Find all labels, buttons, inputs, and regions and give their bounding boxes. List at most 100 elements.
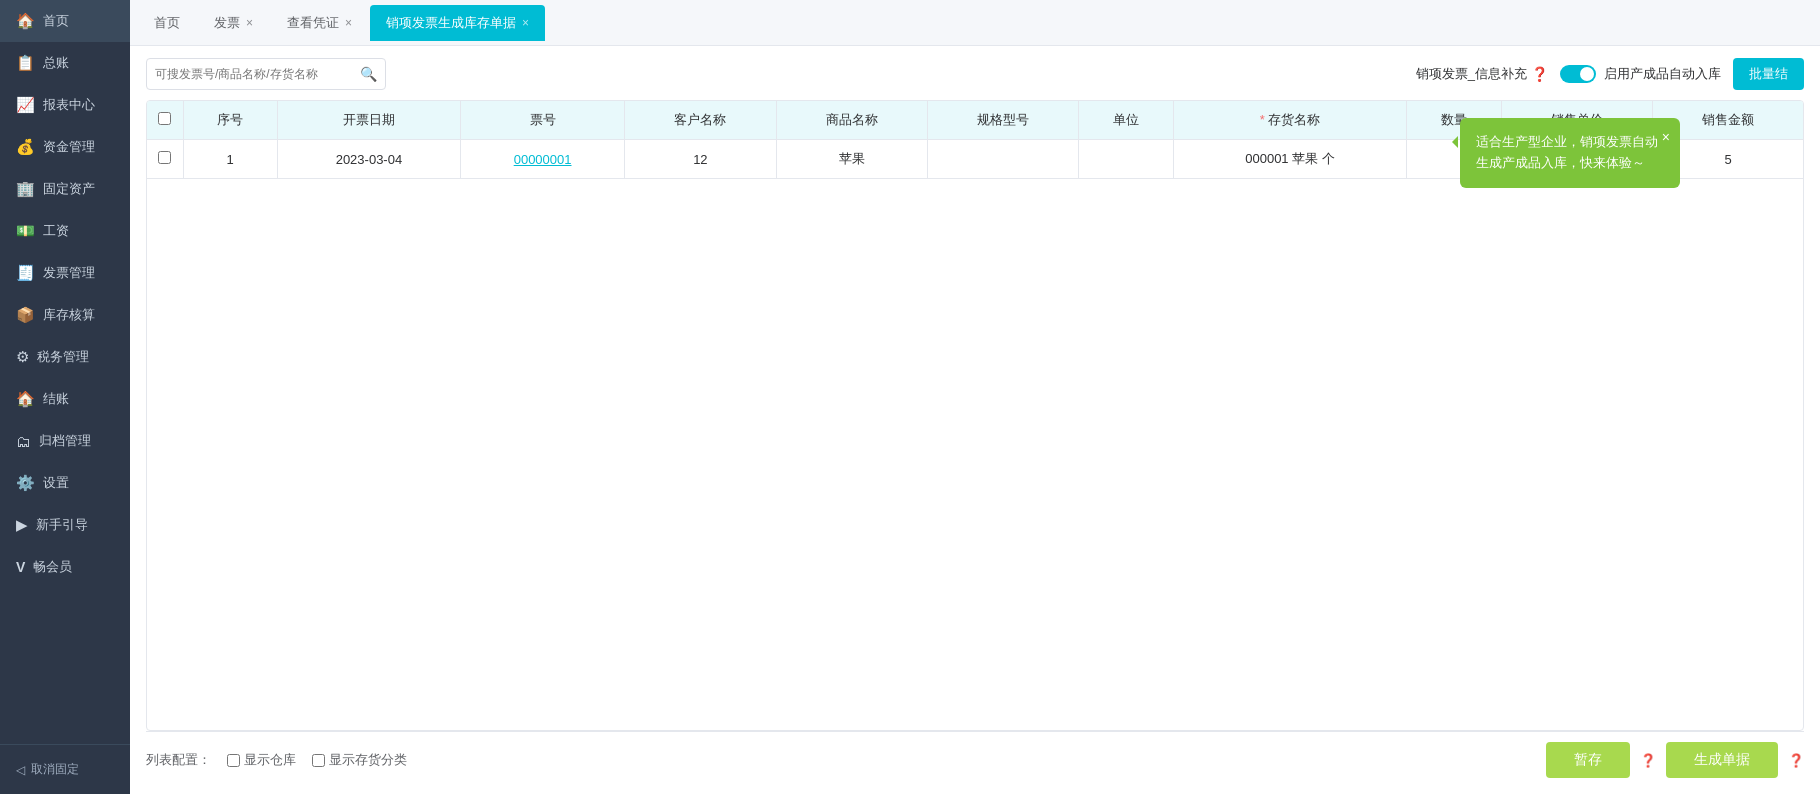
search-icon: 🔍 bbox=[360, 66, 377, 82]
bottom-left: 列表配置： 显示仓库 显示存货分类 bbox=[146, 751, 407, 769]
tab-home[interactable]: 首页 bbox=[138, 5, 196, 41]
select-all-checkbox[interactable] bbox=[158, 112, 171, 125]
unpin-label: 取消固定 bbox=[31, 761, 79, 778]
sidebar-item-ledger[interactable]: 📋 总账 bbox=[0, 42, 130, 84]
tab-bar: 首页 发票 × 查看凭证 × 销项发票生成库存单据 × bbox=[130, 0, 1820, 46]
show-warehouse-text: 显示仓库 bbox=[244, 751, 296, 769]
toolbar-left: 🔍 bbox=[146, 58, 386, 90]
salary-icon: 💵 bbox=[16, 222, 35, 240]
auto-warehouse-toggle[interactable] bbox=[1560, 65, 1596, 83]
unpin-icon: ◁ bbox=[16, 763, 25, 777]
ledger-icon: 📋 bbox=[16, 54, 35, 72]
tax-icon: ⚙ bbox=[16, 348, 29, 366]
home-icon: 🏠 bbox=[16, 12, 35, 30]
sidebar-item-label: 发票管理 bbox=[43, 264, 95, 282]
sidebar-item-fixed-assets[interactable]: 🏢 固定资产 bbox=[0, 168, 130, 210]
sidebar-item-label: 畅会员 bbox=[33, 558, 72, 576]
sidebar-item-checkout[interactable]: 🏠 结账 bbox=[0, 378, 130, 420]
sidebar-item-report[interactable]: 📈 报表中心 bbox=[0, 84, 130, 126]
tab-invoice-close[interactable]: × bbox=[246, 16, 253, 30]
invoice-icon: 🧾 bbox=[16, 264, 35, 282]
tab-voucher-close[interactable]: × bbox=[345, 16, 352, 30]
report-icon: 📈 bbox=[16, 96, 35, 114]
sidebar-item-label: 结账 bbox=[43, 390, 69, 408]
checkout-icon: 🏠 bbox=[16, 390, 35, 408]
tooltip-close-button[interactable]: × bbox=[1662, 126, 1670, 148]
fund-icon: 💰 bbox=[16, 138, 35, 156]
search-input[interactable] bbox=[155, 67, 354, 81]
show-inventory-category-checkbox[interactable] bbox=[312, 754, 325, 767]
config-label: 列表配置： bbox=[146, 751, 211, 769]
col-date: 开票日期 bbox=[277, 101, 460, 140]
sidebar-item-tax[interactable]: ⚙ 税务管理 bbox=[0, 336, 130, 378]
sidebar-item-salary[interactable]: 💵 工资 bbox=[0, 210, 130, 252]
col-customer: 客户名称 bbox=[625, 101, 776, 140]
col-ticket-no: 票号 bbox=[461, 101, 625, 140]
row-checkbox[interactable] bbox=[158, 151, 171, 164]
sidebar-item-label: 工资 bbox=[43, 222, 69, 240]
show-inventory-category-text: 显示存货分类 bbox=[329, 751, 407, 769]
show-warehouse-checkbox[interactable] bbox=[227, 754, 240, 767]
search-box: 🔍 bbox=[146, 58, 386, 90]
sidebar-item-archive[interactable]: 🗂 归档管理 bbox=[0, 420, 130, 462]
sidebar-item-home[interactable]: 🏠 首页 bbox=[0, 0, 130, 42]
sidebar-item-label: 资金管理 bbox=[43, 138, 95, 156]
membership-icon: V bbox=[16, 559, 25, 575]
ticket-no-link[interactable]: 00000001 bbox=[514, 152, 572, 167]
generate-button[interactable]: 生成单据 bbox=[1666, 742, 1778, 778]
sidebar-item-label: 库存核算 bbox=[43, 306, 95, 324]
sidebar-bottom: ◁ 取消固定 bbox=[0, 744, 130, 794]
sidebar-item-label: 首页 bbox=[43, 12, 69, 30]
sidebar-item-label: 归档管理 bbox=[39, 432, 91, 450]
unpin-button[interactable]: ◁ 取消固定 bbox=[0, 753, 130, 786]
show-inventory-category-label[interactable]: 显示存货分类 bbox=[312, 751, 407, 769]
col-product: 商品名称 bbox=[776, 101, 927, 140]
sidebar-item-label: 新手引导 bbox=[36, 516, 88, 534]
sidebar-item-settings[interactable]: ⚙️ 设置 bbox=[0, 462, 130, 504]
info-help-icon[interactable]: ❓ bbox=[1531, 66, 1548, 82]
sidebar-item-membership[interactable]: V 畅会员 bbox=[0, 546, 130, 588]
tutorial-icon: ▶ bbox=[16, 516, 28, 534]
fixed-assets-icon: 🏢 bbox=[16, 180, 35, 198]
tab-voucher[interactable]: 查看凭证 × bbox=[271, 5, 368, 41]
toggle-label: 启用产成品自动入库 bbox=[1604, 65, 1721, 83]
sidebar-item-inventory[interactable]: 📦 库存核算 bbox=[0, 294, 130, 336]
col-unit: 单位 bbox=[1079, 101, 1173, 140]
inventory-icon: 📦 bbox=[16, 306, 35, 324]
bottom-bar: 列表配置： 显示仓库 显示存货分类 暂存 ❓ 生成单据 ❓ bbox=[146, 731, 1804, 782]
row-ticket-no[interactable]: 00000001 bbox=[461, 140, 625, 179]
sidebar-item-label: 税务管理 bbox=[37, 348, 89, 366]
tooltip-text: 适合生产型企业，销项发票自动生成产成品入库，快来体验～ bbox=[1476, 134, 1658, 170]
tab-inventory-slip[interactable]: 销项发票生成库存单据 × bbox=[370, 5, 545, 41]
row-product: 苹果 bbox=[776, 140, 927, 179]
tab-home-label: 首页 bbox=[154, 14, 180, 32]
row-unit bbox=[1079, 140, 1173, 179]
batch-button[interactable]: 批量结 bbox=[1733, 58, 1804, 90]
sidebar: 🏠 首页 📋 总账 📈 报表中心 💰 资金管理 🏢 固定资产 💵 工资 🧾 发票… bbox=[0, 0, 130, 794]
tab-inventory-slip-close[interactable]: × bbox=[522, 16, 529, 30]
toolbar: 🔍 销项发票_信息补充 ❓ 启用产成品自动入库 批量结 bbox=[146, 58, 1804, 90]
archive-icon: 🗂 bbox=[16, 433, 31, 450]
sidebar-item-label: 总账 bbox=[43, 54, 69, 72]
row-seq: 1 bbox=[183, 140, 277, 179]
sidebar-item-label: 报表中心 bbox=[43, 96, 95, 114]
row-spec bbox=[927, 140, 1078, 179]
show-warehouse-label[interactable]: 显示仓库 bbox=[227, 751, 296, 769]
tooltip-box: × 适合生产型企业，销项发票自动生成产成品入库，快来体验～ bbox=[1460, 118, 1680, 188]
sidebar-item-label: 固定资产 bbox=[43, 180, 95, 198]
sidebar-item-tutorial[interactable]: ▶ 新手引导 bbox=[0, 504, 130, 546]
tab-invoice[interactable]: 发票 × bbox=[198, 5, 269, 41]
info-label-text: 销项发票_信息补充 bbox=[1416, 65, 1527, 83]
generate-help-icon[interactable]: ❓ bbox=[1788, 753, 1804, 768]
col-seq: 序号 bbox=[183, 101, 277, 140]
table-wrapper: 序号 开票日期 票号 客户名称 商品名称 规格型号 单位 * 存货名称 数量 销… bbox=[146, 100, 1804, 731]
save-button[interactable]: 暂存 bbox=[1546, 742, 1630, 778]
col-inventory: * 存货名称 bbox=[1173, 101, 1407, 140]
row-customer: 12 bbox=[625, 140, 776, 179]
tab-inventory-slip-label: 销项发票生成库存单据 bbox=[386, 14, 516, 32]
sidebar-item-fund[interactable]: 💰 资金管理 bbox=[0, 126, 130, 168]
sidebar-item-invoice[interactable]: 🧾 发票管理 bbox=[0, 252, 130, 294]
save-help-icon[interactable]: ❓ bbox=[1640, 753, 1656, 768]
col-checkbox bbox=[147, 101, 183, 140]
bottom-right: 暂存 ❓ 生成单据 ❓ bbox=[1546, 742, 1804, 778]
